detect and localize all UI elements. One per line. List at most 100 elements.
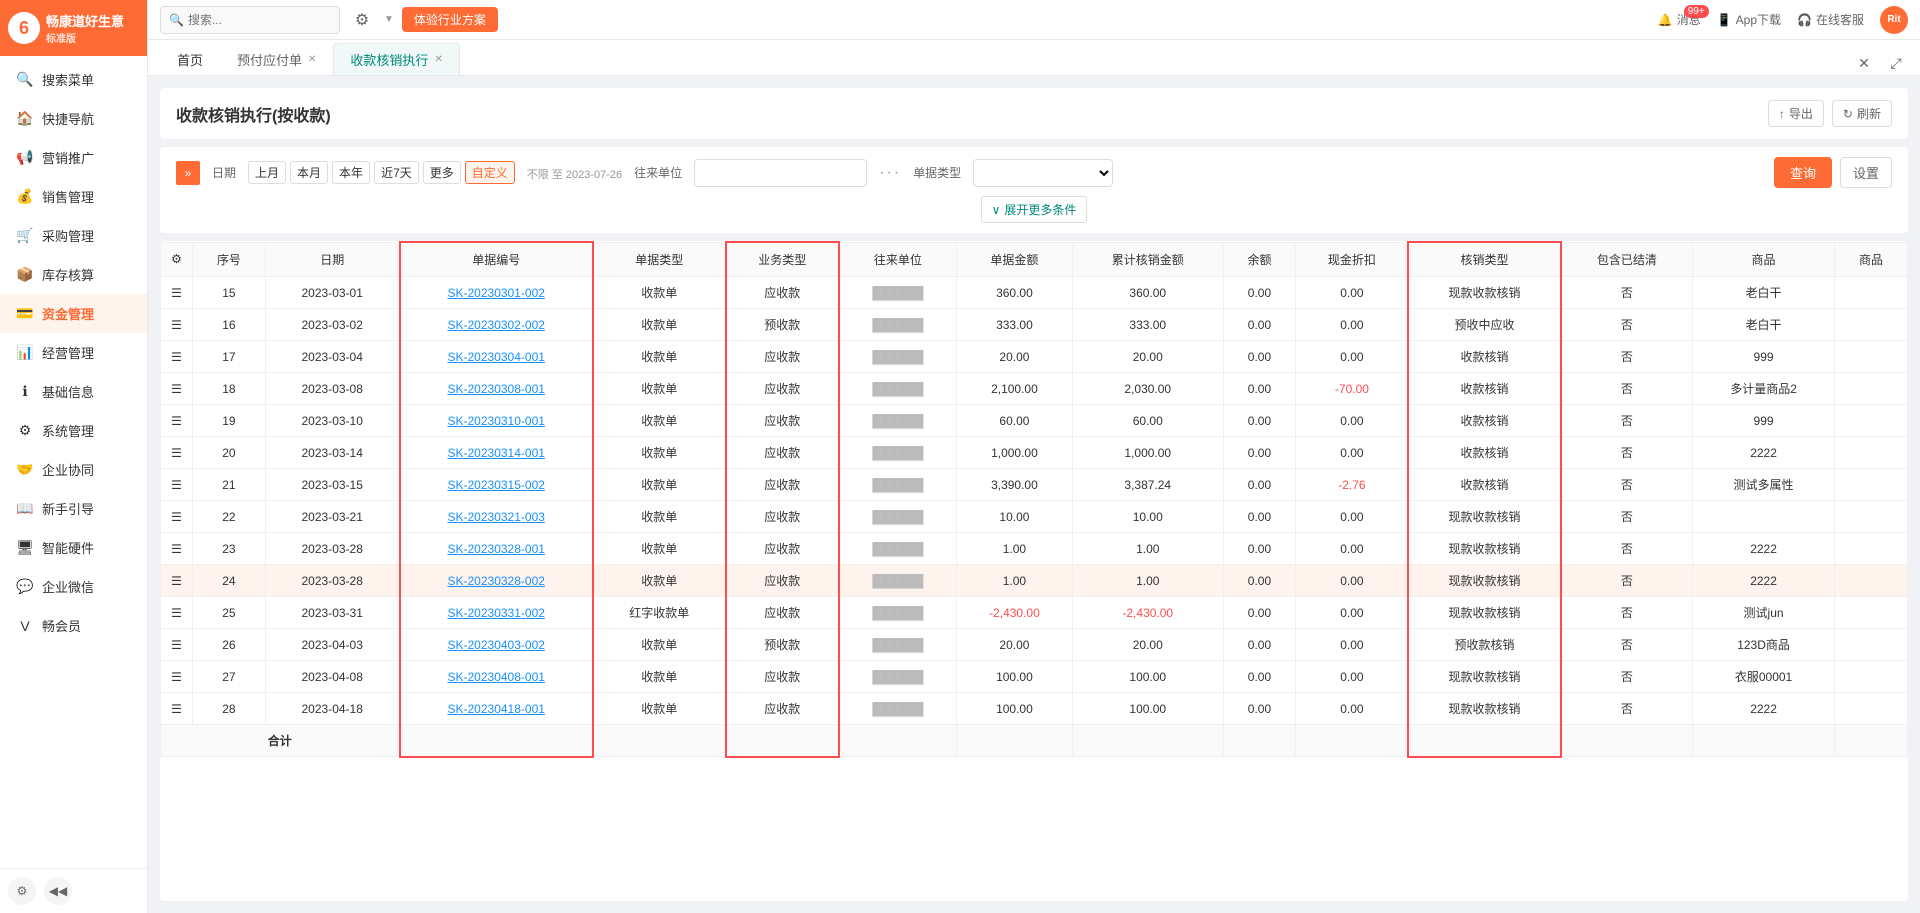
date-more-btn[interactable]: 更多	[423, 161, 461, 184]
receipt-no-link[interactable]: SK-20230310-001	[448, 414, 545, 428]
row-receipt-no: SK-20230315-002	[400, 469, 593, 501]
sidebar-item-corp[interactable]: 🤝企业协同	[0, 450, 147, 489]
logo-text: 畅康道好生意 标准版	[46, 11, 124, 45]
sidebar-collapse-btn[interactable]: ◀◀	[44, 877, 72, 905]
row-biz-type: 应收款	[726, 533, 839, 565]
receipt-no-link[interactable]: SK-20230418-001	[448, 702, 545, 716]
sidebar-item-marketing[interactable]: 📢营销推广	[0, 138, 147, 177]
row-amount: 100.00	[956, 693, 1072, 725]
row-action[interactable]: ☰	[161, 437, 193, 469]
row-action[interactable]: ☰	[161, 277, 193, 309]
row-action[interactable]: ☰	[161, 341, 193, 373]
footer-receipt-type	[593, 725, 726, 757]
receipt-no-link[interactable]: SK-20230308-001	[448, 382, 545, 396]
row-action[interactable]: ☰	[161, 629, 193, 661]
row-date: 2023-03-21	[265, 501, 399, 533]
tab-receipt[interactable]: 收款核销执行 ✕	[333, 43, 459, 75]
sidebar-item-ops[interactable]: 📊经营管理	[0, 333, 147, 372]
user-avatar[interactable]: Rit	[1880, 6, 1908, 34]
row-verified: 1,000.00	[1072, 437, 1223, 469]
filter-area: » 日期 上月 本月 本年 近7天 更多 自定义 不限 至 2023-07-26…	[160, 147, 1908, 233]
topbar-dropdown-icon[interactable]: ▼	[384, 14, 394, 25]
page-header-actions: ↑ 导出 ↻ 刷新	[1768, 100, 1892, 127]
receipt-no-link[interactable]: SK-20230304-001	[448, 350, 545, 364]
sidebar-item-search[interactable]: 🔍搜索菜单	[0, 60, 147, 99]
topbar-search-box[interactable]: 🔍	[160, 6, 340, 34]
date-7days-btn[interactable]: 近7天	[374, 161, 419, 184]
row-cancel-type: 现款收款核销	[1408, 565, 1560, 597]
sidebar-item-wechat[interactable]: 💬企业微信	[0, 567, 147, 606]
row-verified: 3,387.24	[1072, 469, 1223, 501]
sidebar-item-inventory[interactable]: 📦库存核算	[0, 255, 147, 294]
row-partner: ██████	[839, 469, 956, 501]
row-product2	[1835, 693, 1908, 725]
query-btn[interactable]: 查询	[1774, 157, 1832, 188]
search-input[interactable]	[188, 13, 308, 27]
tab-receipt-close[interactable]: ✕	[434, 54, 442, 65]
date-custom-btn[interactable]: 自定义	[465, 161, 515, 184]
sidebar-item-guide[interactable]: 📖新手引导	[0, 489, 147, 528]
online-service-btn[interactable]: 🎧 在线客服	[1797, 11, 1864, 28]
date-last-month-btn[interactable]: 上月	[248, 161, 286, 184]
tab-home[interactable]: 首页	[160, 43, 220, 75]
refresh-btn[interactable]: ↻ 刷新	[1832, 100, 1892, 127]
receipt-no-link[interactable]: SK-20230321-003	[448, 510, 545, 524]
messages-btn[interactable]: 🔔 消息 99+	[1658, 11, 1701, 28]
receipt-no-link[interactable]: SK-20230301-002	[448, 286, 545, 300]
receipt-no-link[interactable]: SK-20230403-002	[448, 638, 545, 652]
row-discount: 0.00	[1296, 341, 1409, 373]
filter-collapse-btn[interactable]: »	[176, 161, 200, 185]
sidebar-settings-btn[interactable]: ⚙	[8, 877, 36, 905]
sidebar-item-hardware[interactable]: 🖥智能硬件	[0, 528, 147, 567]
receipt-type-select[interactable]	[973, 159, 1113, 187]
row-discount: 0.00	[1296, 565, 1409, 597]
sidebar-item-vip[interactable]: V畅会员	[0, 606, 147, 645]
row-include-cleared: 否	[1561, 629, 1693, 661]
row-action[interactable]: ☰	[161, 661, 193, 693]
solution-btn[interactable]: 体验行业方案	[402, 7, 498, 32]
date-this-year-btn[interactable]: 本年	[332, 161, 370, 184]
partner-input[interactable]	[694, 159, 867, 187]
th-gear[interactable]: ⚙	[161, 242, 193, 277]
topbar-gear-icon[interactable]: ⚙	[348, 6, 376, 34]
receipt-no-link[interactable]: SK-20230331-002	[448, 606, 545, 620]
sidebar-item-basic[interactable]: ℹ基础信息	[0, 372, 147, 411]
row-action[interactable]: ☰	[161, 469, 193, 501]
row-action[interactable]: ☰	[161, 373, 193, 405]
tab-maximize-btn[interactable]: ⤢	[1884, 51, 1908, 75]
row-action[interactable]: ☰	[161, 693, 193, 725]
receipt-no-link[interactable]: SK-20230328-001	[448, 542, 545, 556]
sidebar-item-purchase[interactable]: 🛒采购管理	[0, 216, 147, 255]
row-action[interactable]: ☰	[161, 309, 193, 341]
tab-prepay[interactable]: 预付应付单 ✕	[220, 43, 333, 75]
filter-settings-btn[interactable]: 设置	[1840, 157, 1892, 188]
tab-close-all-btn[interactable]: ✕	[1852, 51, 1876, 75]
sidebar-item-sales[interactable]: 💰销售管理	[0, 177, 147, 216]
sidebar-item-quick-nav[interactable]: 🏠快捷导航	[0, 99, 147, 138]
sidebar-item-finance[interactable]: 💳资金管理	[0, 294, 147, 333]
receipt-no-link[interactable]: SK-20230314-001	[448, 446, 545, 460]
receipt-no-link[interactable]: SK-20230315-002	[448, 478, 545, 492]
receipt-no-link[interactable]: SK-20230328-002	[448, 574, 545, 588]
export-btn[interactable]: ↑ 导出	[1768, 100, 1824, 127]
row-date: 2023-03-15	[265, 469, 399, 501]
row-action[interactable]: ☰	[161, 565, 193, 597]
row-action[interactable]: ☰	[161, 501, 193, 533]
filter-action-btns: 查询 设置	[1774, 157, 1892, 188]
app-download-btn[interactable]: 📱 App下载	[1717, 11, 1781, 28]
tab-prepay-close[interactable]: ✕	[308, 54, 316, 65]
row-date: 2023-04-08	[265, 661, 399, 693]
filter-expand-btn[interactable]: ∨ 展开更多条件	[981, 196, 1088, 223]
row-include-cleared: 否	[1561, 501, 1693, 533]
receipt-no-link[interactable]: SK-20230408-001	[448, 670, 545, 684]
sidebar-item-system[interactable]: ⚙系统管理	[0, 411, 147, 450]
sidebar-label-corp: 企业协同	[42, 460, 94, 479]
sidebar-label-wechat: 企业微信	[42, 577, 94, 596]
row-action[interactable]: ☰	[161, 597, 193, 629]
row-action[interactable]: ☰	[161, 405, 193, 437]
receipt-no-link[interactable]: SK-20230302-002	[448, 318, 545, 332]
row-amount: 10.00	[956, 501, 1072, 533]
date-this-month-btn[interactable]: 本月	[290, 161, 328, 184]
row-action[interactable]: ☰	[161, 533, 193, 565]
th-product: 商品	[1693, 242, 1835, 277]
